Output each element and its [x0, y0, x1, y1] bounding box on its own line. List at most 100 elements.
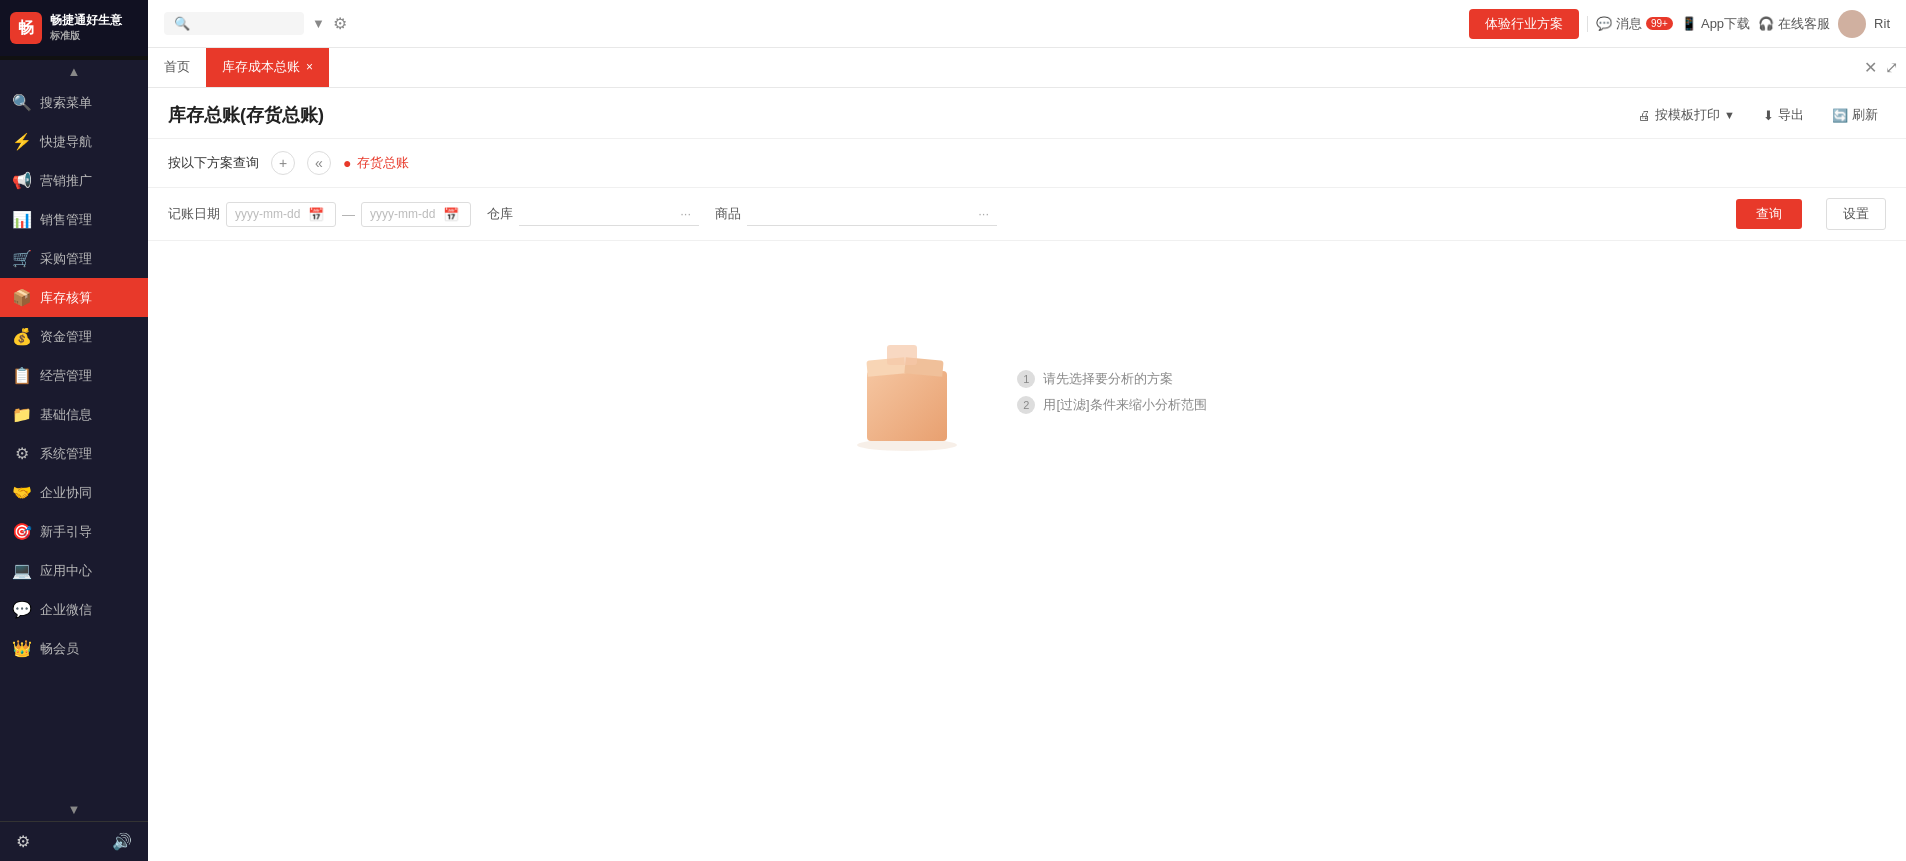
sidebar-item-inventory[interactable]: 📦 库存核算 [0, 278, 148, 317]
tab-home[interactable]: 首页 [148, 48, 206, 87]
sidebar-item-operations[interactable]: 📋 经营管理 [0, 356, 148, 395]
filter-bar: 按以下方案查询 + « ● 存货总账 [148, 139, 1906, 188]
sidebar-item-search[interactable]: 🔍 搜索菜单 [0, 83, 148, 122]
empty-step-1: 1 请先选择要分析的方案 [1017, 370, 1206, 388]
sound-icon[interactable]: 🔊 [112, 832, 132, 851]
sidebar-item-basics[interactable]: 📁 基础信息 [0, 395, 148, 434]
goods-label: 商品 [715, 205, 741, 223]
sidebar-scroll-up[interactable]: ▲ [0, 60, 148, 83]
settings-icon[interactable]: ⚙ [16, 832, 30, 851]
sidebar-item-label: 销售管理 [40, 211, 92, 229]
flash-icon: ⚡ [12, 132, 32, 151]
warehouse-label: 仓库 [487, 205, 513, 223]
sidebar-item-label: 新手引导 [40, 523, 92, 541]
sidebar-item-label: 基础信息 [40, 406, 92, 424]
sidebar-item-label: 采购管理 [40, 250, 92, 268]
online-service-action[interactable]: 🎧 在线客服 [1758, 15, 1830, 33]
sidebar-item-label: 库存核算 [40, 289, 92, 307]
messages-badge: 99+ [1646, 17, 1673, 30]
settings-button[interactable]: 设置 [1826, 198, 1886, 230]
sidebar-item-label: 企业协同 [40, 484, 92, 502]
page-title: 库存总账(存货总账) [168, 103, 324, 127]
print-dropdown-icon: ▼ [1724, 109, 1735, 121]
small-box [887, 345, 917, 365]
finance-icon: 💰 [12, 327, 32, 346]
page-header: 库存总账(存货总账) 🖨 按模板打印 ▼ ⬇ 导出 🔄 刷新 [148, 88, 1906, 139]
date-start-input[interactable]: yyyy-mm-dd 📅 [226, 202, 336, 227]
marketing-icon: 📢 [12, 171, 32, 190]
sidebar-item-label: 企业微信 [40, 601, 92, 619]
sidebar-item-label: 经营管理 [40, 367, 92, 385]
app-download-action[interactable]: 📱 App下载 [1681, 15, 1750, 33]
messages-action[interactable]: 💬 消息 99+ [1596, 15, 1673, 33]
date-label: 记账日期 [168, 205, 220, 223]
membership-icon: 👑 [12, 639, 32, 658]
filter-add-btn[interactable]: + [271, 151, 295, 175]
app-logo: 畅 畅捷通好生意 标准版 [0, 0, 148, 56]
sidebar-scroll-down[interactable]: ▼ [0, 798, 148, 821]
wechat-icon: 💬 [12, 600, 32, 619]
logo-icon: 畅 [10, 12, 42, 44]
tab-inventory-ledger[interactable]: 库存成本总账 × [206, 48, 329, 87]
scheme-name: 存货总账 [357, 154, 409, 172]
app-subtitle: 标准版 [50, 29, 122, 43]
filter-collapse-btn[interactable]: « [307, 151, 331, 175]
calendar-icon[interactable]: 📅 [308, 207, 324, 222]
user-avatar[interactable] [1838, 10, 1866, 38]
sidebar-item-label: 搜索菜单 [40, 94, 92, 112]
export-icon: ⬇ [1763, 108, 1774, 123]
sidebar-item-finance[interactable]: 💰 资金管理 [0, 317, 148, 356]
tab-expand-btn[interactable]: ⤢ [1885, 58, 1898, 77]
headset-icon: 🎧 [1758, 16, 1774, 31]
filter-scheme[interactable]: ● 存货总账 [343, 154, 409, 172]
export-btn[interactable]: ⬇ 导出 [1755, 102, 1812, 128]
tab-close-icon[interactable]: × [306, 60, 313, 74]
goods-filter-field: 商品 ··· [715, 202, 997, 226]
sidebar-item-newbie[interactable]: 🎯 新手引导 [0, 512, 148, 551]
sidebar-item-enterprise[interactable]: 🤝 企业协同 [0, 473, 148, 512]
sidebar-item-membership[interactable]: 👑 畅会员 [0, 629, 148, 668]
search-icon: 🔍 [12, 93, 32, 112]
basics-icon: 📁 [12, 405, 32, 424]
user-name[interactable]: Rit [1874, 16, 1890, 31]
date-end-input[interactable]: yyyy-mm-dd 📅 [361, 202, 471, 227]
print-icon: 🖨 [1638, 108, 1651, 123]
sidebar-item-marketing[interactable]: 📢 营销推广 [0, 161, 148, 200]
newbie-icon: 🎯 [12, 522, 32, 541]
step-2-text: 用[过滤]条件来缩小分析范围 [1043, 396, 1206, 414]
sidebar-item-label: 应用中心 [40, 562, 92, 580]
sidebar-item-appstore[interactable]: 💻 应用中心 [0, 551, 148, 590]
inventory-icon: 📦 [12, 288, 32, 307]
date-filter-field: 记账日期 yyyy-mm-dd 📅 — yyyy-mm-dd 📅 [168, 202, 471, 227]
sidebar-item-label: 畅会员 [40, 640, 79, 658]
online-service-label: 在线客服 [1778, 15, 1830, 33]
print-btn[interactable]: 🖨 按模板打印 ▼ [1630, 102, 1743, 128]
sidebar-item-quick-nav[interactable]: ⚡ 快捷导航 [0, 122, 148, 161]
sidebar-item-purchase[interactable]: 🛒 采购管理 [0, 239, 148, 278]
print-label: 按模板打印 [1655, 106, 1720, 124]
search-button[interactable]: 查询 [1736, 199, 1802, 229]
system-icon: ⚙ [12, 444, 32, 463]
step-1-text: 请先选择要分析的方案 [1043, 370, 1173, 388]
calendar-icon-end[interactable]: 📅 [443, 207, 459, 222]
appstore-icon: 💻 [12, 561, 32, 580]
tab-label: 库存成本总账 [222, 58, 300, 76]
sidebar-item-wechat[interactable]: 💬 企业微信 [0, 590, 148, 629]
goods-more-icon[interactable]: ··· [978, 206, 989, 221]
export-label: 导出 [1778, 106, 1804, 124]
filter-row: 记账日期 yyyy-mm-dd 📅 — yyyy-mm-dd 📅 仓库 [148, 188, 1906, 241]
sidebar-item-system[interactable]: ⚙ 系统管理 [0, 434, 148, 473]
operations-icon: 📋 [12, 366, 32, 385]
warehouse-select[interactable]: ··· [519, 202, 699, 226]
topbar-dropdown-icon[interactable]: ▼ [312, 16, 325, 31]
warehouse-more-icon[interactable]: ··· [680, 206, 691, 221]
date-end-placeholder: yyyy-mm-dd [370, 207, 435, 221]
topbar-settings-icon[interactable]: ⚙ [333, 14, 347, 33]
refresh-btn[interactable]: 🔄 刷新 [1824, 102, 1886, 128]
topbar-search-box[interactable]: 🔍 [164, 12, 304, 35]
tab-close-all-btn[interactable]: ✕ [1864, 58, 1877, 77]
sidebar-item-sales[interactable]: 📊 销售管理 [0, 200, 148, 239]
goods-select[interactable]: ··· [747, 202, 997, 226]
tab-home-label: 首页 [164, 58, 190, 76]
industry-btn[interactable]: 体验行业方案 [1469, 9, 1579, 39]
